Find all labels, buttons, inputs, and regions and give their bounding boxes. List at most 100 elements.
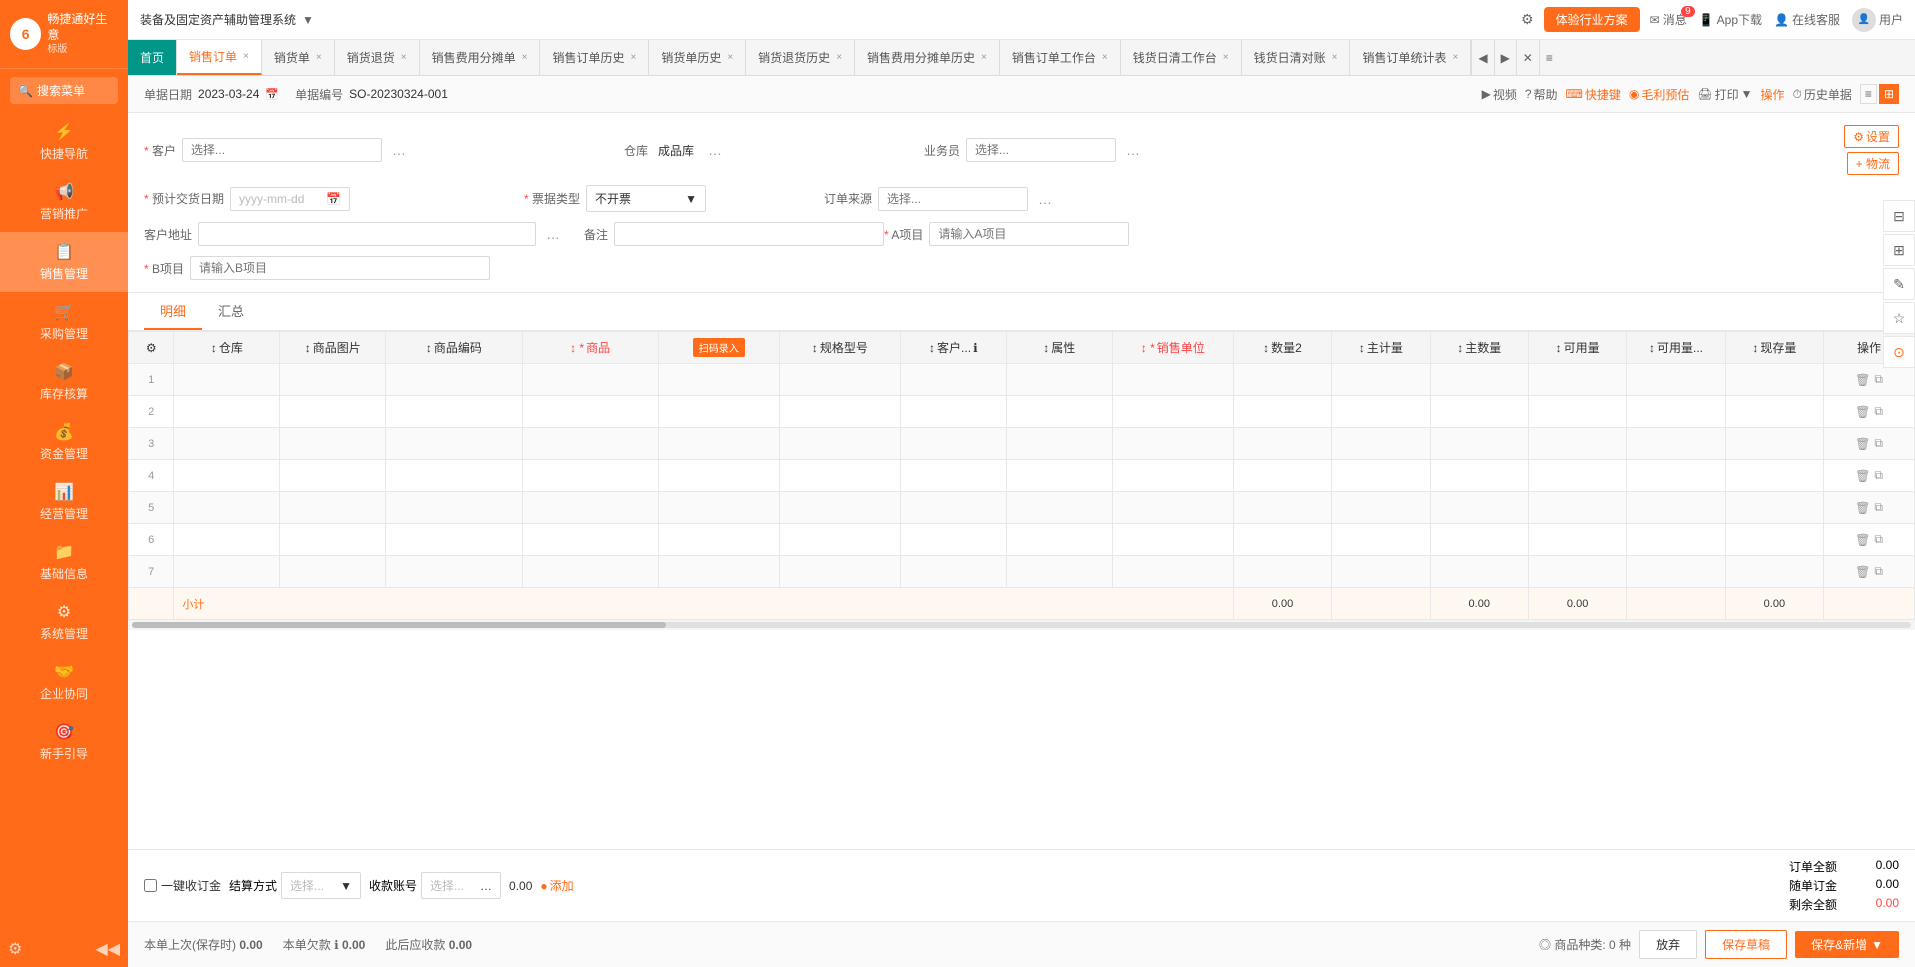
tab-close-workbench[interactable]: × bbox=[1102, 52, 1108, 63]
row-copy-button[interactable]: ⧉ bbox=[1874, 500, 1883, 515]
col-main-unit[interactable]: ↕ 主计量 bbox=[1332, 332, 1430, 364]
customer-input[interactable] bbox=[182, 138, 382, 162]
tab-daily-clear[interactable]: 钱货日清工作台 × bbox=[1121, 40, 1242, 75]
print-button[interactable]: 🖨 打印 ▼ bbox=[1697, 86, 1752, 103]
col-available2[interactable]: ↕ 可用量... bbox=[1627, 332, 1725, 364]
float-btn-5[interactable]: ⊙ bbox=[1883, 336, 1915, 368]
warehouse-more-button[interactable]: … bbox=[704, 142, 726, 158]
sidebar-item-finance[interactable]: 💰 资金管理 bbox=[0, 412, 128, 472]
tab-sales-list-history[interactable]: 销货单历史 × bbox=[649, 40, 746, 75]
delivery-date-input[interactable]: yyyy-mm-dd 📅 bbox=[230, 187, 350, 211]
app-download-btn[interactable]: 📱 App下载 bbox=[1699, 11, 1762, 28]
profit-forecast-button[interactable]: ◉ 毛利预估 bbox=[1629, 86, 1690, 103]
tab-close-sales-fee[interactable]: × bbox=[522, 52, 528, 63]
address-more-button[interactable]: … bbox=[542, 226, 564, 242]
sidebar-item-management[interactable]: 📊 经营管理 bbox=[0, 472, 128, 532]
invoice-select[interactable]: 不开票 ▼ bbox=[586, 185, 706, 212]
float-btn-1[interactable]: ⊟ bbox=[1883, 200, 1915, 232]
address-input[interactable] bbox=[198, 222, 536, 246]
col-available[interactable]: ↕ 可用量 bbox=[1528, 332, 1626, 364]
message-badge[interactable]: ✉ 消息 9 bbox=[1650, 11, 1687, 28]
row-delete-button[interactable]: 🗑 bbox=[1855, 532, 1870, 547]
b-project-input[interactable] bbox=[190, 256, 490, 280]
operation-button[interactable]: 操作 bbox=[1761, 86, 1785, 103]
col-code[interactable]: ↕ 商品编码 bbox=[386, 332, 522, 364]
detail-tab-detail[interactable]: 明细 bbox=[144, 293, 202, 330]
shortcut-button[interactable]: ⌨ 快捷键 bbox=[1566, 86, 1621, 103]
search-menu-button[interactable]: 🔍 搜索菜单 bbox=[10, 77, 118, 104]
tab-close-fee-history[interactable]: × bbox=[981, 52, 987, 63]
col-unit[interactable]: ↕ * 销售单位 bbox=[1112, 332, 1233, 364]
sidebar-item-sales[interactable]: 📋 销售管理 bbox=[0, 232, 128, 292]
sidebar-item-inventory[interactable]: 📦 库存核算 bbox=[0, 352, 128, 412]
salesperson-more-button[interactable]: … bbox=[1122, 142, 1144, 158]
tab-sales-fee-history[interactable]: 销售费用分摊单历史 × bbox=[855, 40, 1000, 75]
settings-bottom-button[interactable]: ⚙ bbox=[8, 939, 22, 959]
one-click-checkbox-label[interactable]: 一键收订金 bbox=[144, 877, 221, 894]
tab-close-sales-order[interactable]: × bbox=[243, 51, 249, 62]
add-payment-button[interactable]: ● 添加 bbox=[540, 877, 573, 894]
note-input[interactable] bbox=[614, 222, 884, 246]
customer-more-button[interactable]: … bbox=[388, 142, 410, 158]
col-current[interactable]: ↕ 现存量 bbox=[1725, 332, 1823, 364]
tab-close-daily-account[interactable]: × bbox=[1332, 52, 1338, 63]
tab-sales-workbench[interactable]: 销售订单工作台 × bbox=[1000, 40, 1121, 75]
history-button[interactable]: ⏱ 历史单据 bbox=[1793, 86, 1852, 103]
row-copy-button[interactable]: ⧉ bbox=[1874, 564, 1883, 579]
user-avatar-btn[interactable]: 👤 用户 bbox=[1852, 8, 1903, 32]
col-attr[interactable]: ↕ 属性 bbox=[1006, 332, 1112, 364]
calendar-button[interactable]: 📅 bbox=[265, 88, 279, 101]
industry-button[interactable]: 体验行业方案 bbox=[1544, 7, 1640, 32]
tab-sales-stats[interactable]: 销售订单统计表 × bbox=[1350, 40, 1471, 75]
col-setting[interactable]: ⚙ bbox=[129, 332, 174, 364]
gear-button[interactable]: ⚙ bbox=[1521, 11, 1534, 28]
layout-list-button[interactable]: ≡ bbox=[1860, 84, 1877, 104]
col-warehouse[interactable]: ↕ 仓库 bbox=[174, 332, 280, 364]
row-delete-button[interactable]: 🗑 bbox=[1855, 468, 1870, 483]
tab-close-daily-clear[interactable]: × bbox=[1223, 52, 1229, 63]
sidebar-item-collab[interactable]: 🤝 企业协同 bbox=[0, 652, 128, 712]
tab-close-sales-stats[interactable]: × bbox=[1452, 52, 1458, 63]
row-delete-button[interactable]: 🗑 bbox=[1855, 436, 1870, 451]
col-scan[interactable]: 扫码录入 bbox=[658, 332, 779, 364]
col-qty2[interactable]: ↕ 数量2 bbox=[1233, 332, 1331, 364]
row-copy-button[interactable]: ⧉ bbox=[1874, 468, 1883, 483]
tab-next-button[interactable]: ▶ bbox=[1494, 40, 1516, 75]
online-service-btn[interactable]: 👤 在线客服 bbox=[1774, 11, 1840, 28]
layout-grid-button[interactable]: ⊞ bbox=[1879, 84, 1899, 104]
tab-sales-fee[interactable]: 销售费用分摊单 × bbox=[420, 40, 541, 75]
save-new-button[interactable]: 保存&新增 ▼ bbox=[1795, 931, 1899, 958]
sidebar-item-guide[interactable]: 🎯 新手引导 bbox=[0, 712, 128, 772]
float-btn-2[interactable]: ⊞ bbox=[1883, 234, 1915, 266]
tab-sales-return[interactable]: 销货退货 × bbox=[335, 40, 420, 75]
tab-prev-button[interactable]: ◀ bbox=[1471, 40, 1493, 75]
tab-close-list-history[interactable]: × bbox=[727, 52, 733, 63]
preview-button[interactable]: ▶ 视频 bbox=[1482, 86, 1517, 103]
row-copy-button[interactable]: ⧉ bbox=[1874, 372, 1883, 387]
col-spec[interactable]: ↕ 规格型号 bbox=[779, 332, 900, 364]
order-source-input[interactable] bbox=[878, 187, 1028, 211]
settings-button[interactable]: ⚙ 设置 bbox=[1844, 125, 1899, 148]
col-main-qty[interactable]: ↕ 主数量 bbox=[1430, 332, 1528, 364]
tab-home[interactable]: 首页 bbox=[128, 40, 177, 75]
scan-entry-button[interactable]: 扫码录入 bbox=[693, 338, 745, 357]
discard-button[interactable]: 放弃 bbox=[1639, 930, 1697, 959]
sidebar-item-system[interactable]: ⚙ 系统管理 bbox=[0, 592, 128, 652]
tab-daily-account[interactable]: 钱货日清对账 × bbox=[1242, 40, 1351, 75]
save-draft-button[interactable]: 保存草稿 bbox=[1705, 930, 1787, 959]
row-copy-button[interactable]: ⧉ bbox=[1874, 404, 1883, 419]
sidebar-item-marketing[interactable]: 📢 营销推广 bbox=[0, 172, 128, 232]
a-project-input[interactable] bbox=[929, 222, 1129, 246]
horizontal-scrollbar[interactable] bbox=[128, 620, 1915, 630]
order-source-more-button[interactable]: … bbox=[1034, 191, 1056, 207]
row-delete-button[interactable]: 🗑 bbox=[1855, 564, 1870, 579]
row-copy-button[interactable]: ⧉ bbox=[1874, 436, 1883, 451]
col-customer-code[interactable]: ↕ 客户... ℹ bbox=[900, 332, 1006, 364]
tab-close-sales-list[interactable]: × bbox=[316, 52, 322, 63]
row-delete-button[interactable]: 🗑 bbox=[1855, 500, 1870, 515]
sidebar-item-base[interactable]: 📁 基础信息 bbox=[0, 532, 128, 592]
tab-close-order-history[interactable]: × bbox=[630, 52, 636, 63]
tab-sales-order-history[interactable]: 销售订单历史 × bbox=[540, 40, 649, 75]
system-dropdown-button[interactable]: ▼ bbox=[302, 13, 314, 27]
detail-tab-summary[interactable]: 汇总 bbox=[202, 293, 260, 330]
